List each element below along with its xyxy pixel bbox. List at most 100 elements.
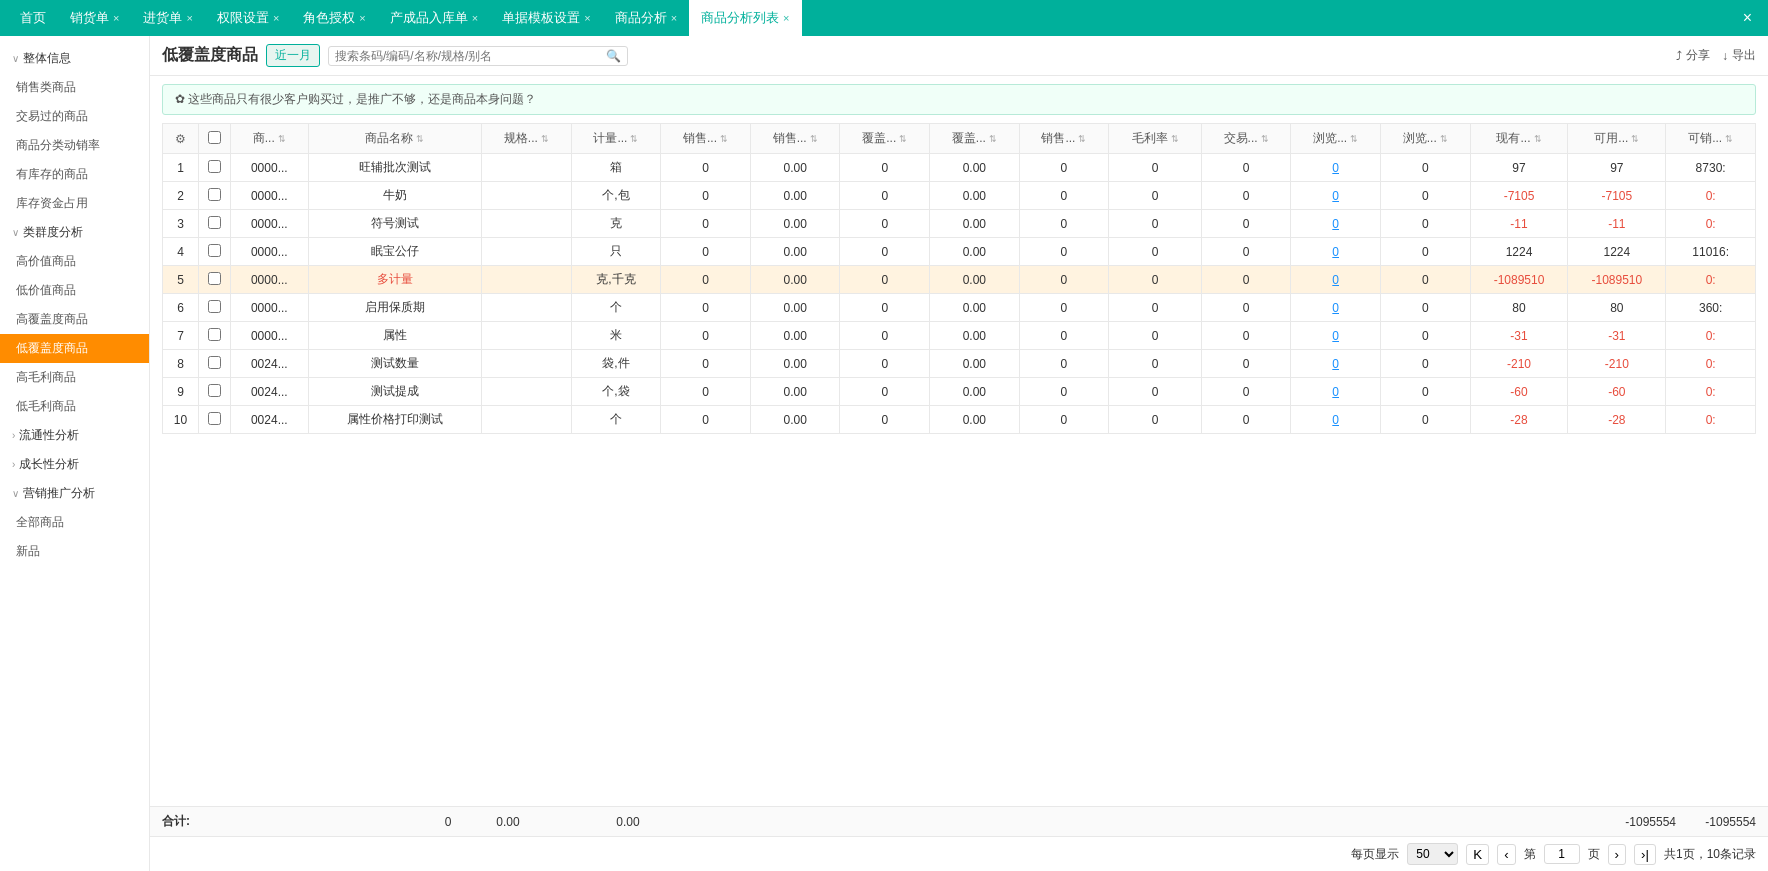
col-code-header[interactable]: 商...⇅ xyxy=(231,124,309,154)
sidebar: ∨ 整体信息 销售类商品 交易过的商品 商品分类动销率 有库存的商品 库存资金占… xyxy=(0,36,150,871)
sidebar-item-low-margin[interactable]: 低毛利商品 xyxy=(0,392,149,421)
nav-close-warehouse[interactable]: × xyxy=(472,0,478,36)
sidebar-item-low-value[interactable]: 低价值商品 xyxy=(0,276,149,305)
first-page-btn[interactable]: K xyxy=(1466,844,1489,865)
nav-close-template[interactable]: × xyxy=(584,0,590,36)
row-browse2: 0 xyxy=(1380,406,1470,434)
select-all-checkbox[interactable] xyxy=(208,131,221,144)
sidebar-group-marketing-header[interactable]: ∨ 营销推广分析 xyxy=(0,479,149,508)
row-available: -7105 xyxy=(1568,182,1666,210)
sidebar-item-stock-capital[interactable]: 库存资金占用 xyxy=(0,189,149,218)
col-spec-header[interactable]: 规格...⇅ xyxy=(482,124,572,154)
col-available-header[interactable]: 可用...⇅ xyxy=(1568,124,1666,154)
row-gross: 0 xyxy=(1109,378,1201,406)
browse1-link[interactable]: 0 xyxy=(1332,245,1339,259)
sidebar-item-category-rate[interactable]: 商品分类动销率 xyxy=(0,131,149,160)
chevron-right-icon: › xyxy=(12,430,15,441)
browse1-link[interactable]: 0 xyxy=(1332,189,1339,203)
row-available: 80 xyxy=(1568,294,1666,322)
col-sellable-label: 可销... xyxy=(1688,130,1722,147)
nav-close-purchase[interactable]: × xyxy=(186,0,192,36)
nav-role-auth[interactable]: 角色授权 × xyxy=(291,0,377,36)
nav-home[interactable]: 首页 xyxy=(8,0,58,36)
row-cover1: 0 xyxy=(840,266,930,294)
col-browse2-header[interactable]: 浏览...⇅ xyxy=(1380,124,1470,154)
col-cover2-header[interactable]: 覆盖...⇅ xyxy=(930,124,1020,154)
prev-page-btn[interactable]: ‹ xyxy=(1497,844,1515,865)
nav-close-analysis-list[interactable]: × xyxy=(783,0,789,36)
col-name-header[interactable]: 商品名称⇅ xyxy=(308,124,481,154)
page-number-input[interactable] xyxy=(1544,844,1580,864)
sidebar-item-traded-products[interactable]: 交易过的商品 xyxy=(0,102,149,131)
sidebar-item-low-coverage[interactable]: 低覆盖度商品 xyxy=(0,334,149,363)
nav-close-analysis[interactable]: × xyxy=(671,0,677,36)
col-sales2-header[interactable]: 销售...⇅ xyxy=(750,124,840,154)
browse1-link[interactable]: 0 xyxy=(1332,413,1339,427)
share-button[interactable]: ⤴ 分享 xyxy=(1676,47,1710,64)
browse1-link[interactable]: 0 xyxy=(1332,357,1339,371)
nav-product-analysis[interactable]: 商品分析 × xyxy=(603,0,689,36)
nav-close-sales[interactable]: × xyxy=(113,0,119,36)
nav-purchase-order[interactable]: 进货单 × xyxy=(131,0,204,36)
col-trade-header[interactable]: 交易...⇅ xyxy=(1201,124,1291,154)
browse1-link[interactable]: 0 xyxy=(1332,217,1339,231)
sidebar-item-all-products[interactable]: 全部商品 xyxy=(0,508,149,537)
col-sellable-header[interactable]: 可销...⇅ xyxy=(1666,124,1756,154)
row-current: -210 xyxy=(1470,350,1568,378)
browse1-link[interactable]: 0 xyxy=(1332,385,1339,399)
sidebar-item-sales-products[interactable]: 销售类商品 xyxy=(0,73,149,102)
sidebar-item-in-stock[interactable]: 有库存的商品 xyxy=(0,160,149,189)
table-row: 50000...多计量克,千克00.0000.0000000-1089510-1… xyxy=(163,266,1756,294)
row-browse1: 0 xyxy=(1291,238,1381,266)
nav-close-permissions[interactable]: × xyxy=(273,0,279,36)
browse1-link[interactable]: 0 xyxy=(1332,273,1339,287)
browse1-link[interactable]: 0 xyxy=(1332,161,1339,175)
row-cover1: 0 xyxy=(840,154,930,182)
search-input[interactable] xyxy=(335,49,602,63)
sidebar-item-high-margin[interactable]: 高毛利商品 xyxy=(0,363,149,392)
col-current-header[interactable]: 现有...⇅ xyxy=(1470,124,1568,154)
nav-close-role[interactable]: × xyxy=(359,0,365,36)
filter-button[interactable]: 近一月 xyxy=(266,44,320,67)
nav-close-all[interactable]: × xyxy=(1735,9,1760,27)
row-trade: 0 xyxy=(1201,294,1291,322)
col-gross-header[interactable]: 毛利率⇅ xyxy=(1109,124,1201,154)
sidebar-group-liquidity-header[interactable]: › 流通性分析 xyxy=(0,421,149,450)
col-sales1-header[interactable]: 销售...⇅ xyxy=(661,124,751,154)
row-sales2: 0.00 xyxy=(750,210,840,238)
nav-product-analysis-list[interactable]: 商品分析列表 × xyxy=(689,0,801,36)
main-layout: ∨ 整体信息 销售类商品 交易过的商品 商品分类动销率 有库存的商品 库存资金占… xyxy=(0,36,1768,871)
col-cover1-header[interactable]: 覆盖...⇅ xyxy=(840,124,930,154)
row-browse2: 0 xyxy=(1380,238,1470,266)
search-icon[interactable]: 🔍 xyxy=(606,49,621,63)
sidebar-item-high-coverage[interactable]: 高覆盖度商品 xyxy=(0,305,149,334)
last-page-btn[interactable]: ›| xyxy=(1634,844,1656,865)
row-unit: 米 xyxy=(571,322,661,350)
col-salesx-header[interactable]: 销售...⇅ xyxy=(1019,124,1109,154)
export-button[interactable]: ↓ 导出 xyxy=(1722,47,1756,64)
sidebar-item-new-products[interactable]: 新品 xyxy=(0,537,149,566)
nav-sales-order[interactable]: 销货单 × xyxy=(58,0,131,36)
nav-template-settings[interactable]: 单据模板设置 × xyxy=(490,0,602,36)
row-sales1: 0 xyxy=(661,322,751,350)
row-cover1: 0 xyxy=(840,210,930,238)
col-browse1-header[interactable]: 浏览...⇅ xyxy=(1291,124,1381,154)
row-salesx: 0 xyxy=(1019,238,1109,266)
row-sellable: 0: xyxy=(1666,266,1756,294)
sidebar-group-growth-header[interactable]: › 成长性分析 xyxy=(0,450,149,479)
col-unit-header[interactable]: 计量...⇅ xyxy=(571,124,661,154)
browse1-link[interactable]: 0 xyxy=(1332,301,1339,315)
next-page-btn[interactable]: › xyxy=(1608,844,1626,865)
column-settings-icon[interactable]: ⚙ xyxy=(175,132,186,146)
row-spec xyxy=(482,154,572,182)
col-sales1-label: 销售... xyxy=(683,130,717,147)
browse1-link[interactable]: 0 xyxy=(1332,329,1339,343)
page-size-select[interactable]: 50 100 200 xyxy=(1407,843,1458,865)
row-sales1: 0 xyxy=(661,378,751,406)
nav-permissions[interactable]: 权限设置 × xyxy=(205,0,291,36)
sidebar-item-high-value[interactable]: 高价值商品 xyxy=(0,247,149,276)
sidebar-group-overall-header[interactable]: ∨ 整体信息 xyxy=(0,44,149,73)
sort-icon-10: ⇅ xyxy=(1171,134,1179,144)
nav-product-warehouse[interactable]: 产成品入库单 × xyxy=(378,0,490,36)
sidebar-group-cluster-header[interactable]: ∨ 类群度分析 xyxy=(0,218,149,247)
